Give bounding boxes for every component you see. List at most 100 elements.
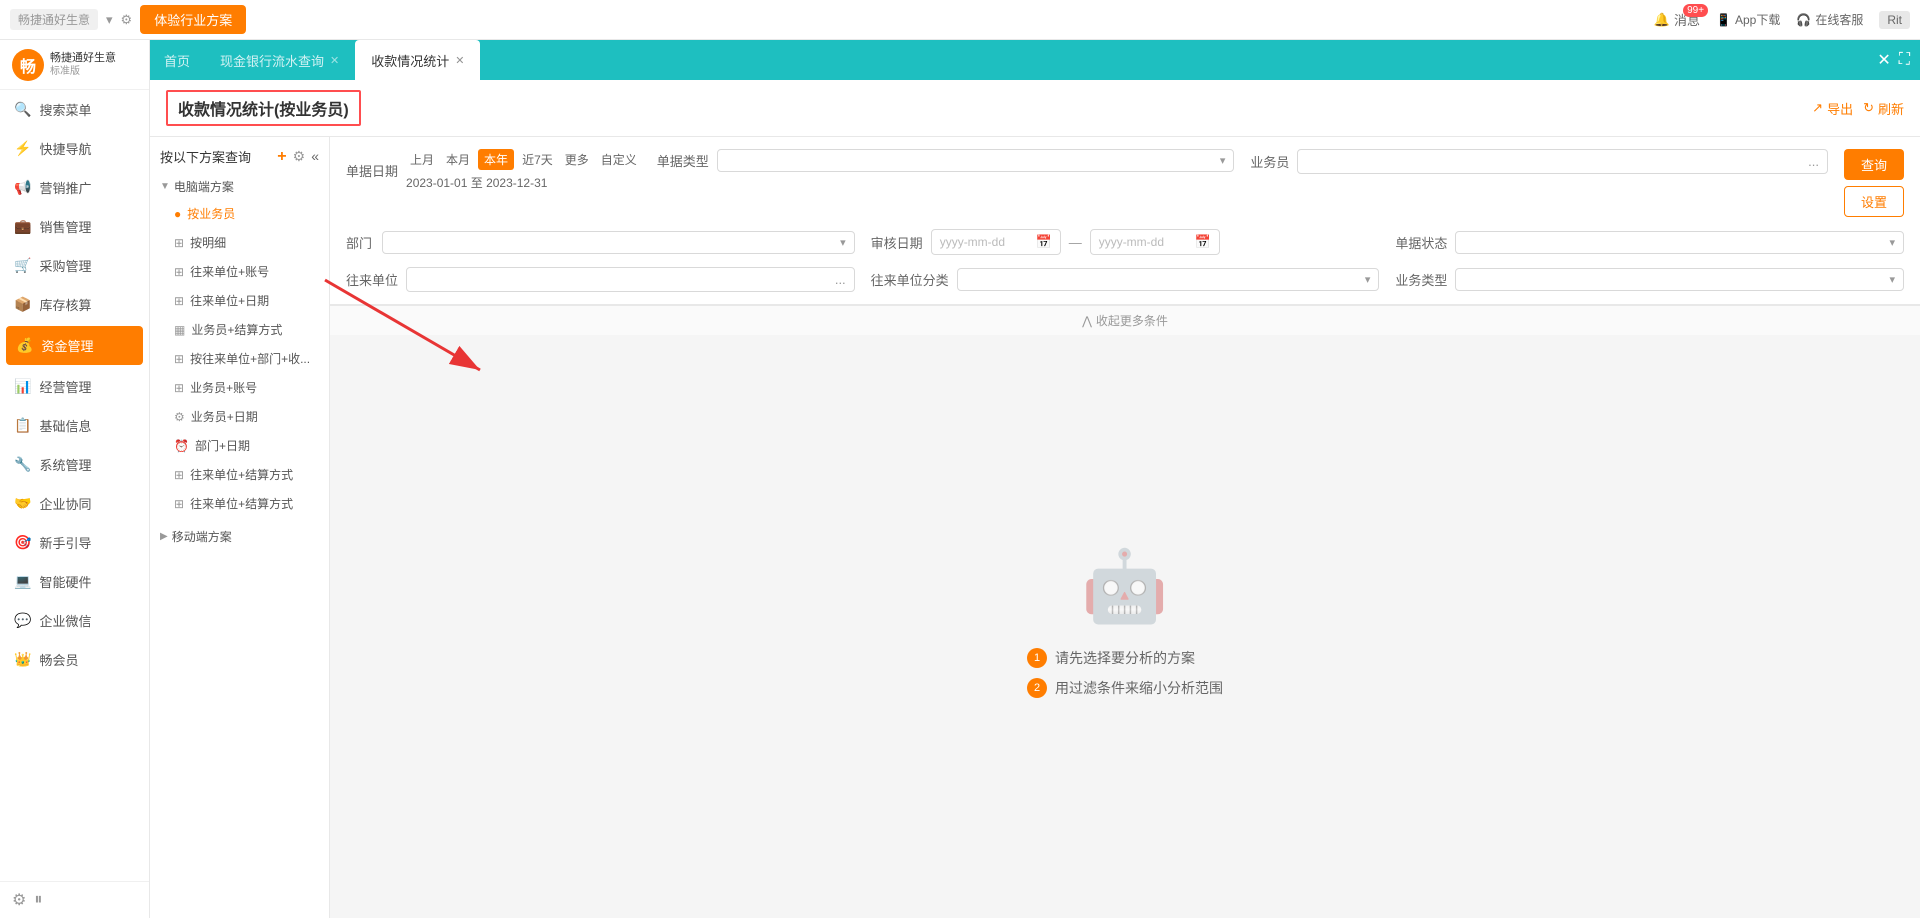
scheme-group-mobile-title[interactable]: ▶ 移动端方案	[150, 524, 329, 549]
sidebar-item-operations[interactable]: 📊 经营管理	[0, 367, 149, 406]
user-name: Rit	[1879, 11, 1910, 29]
sidebar-item-enterprise[interactable]: 🤝 企业协同	[0, 484, 149, 523]
date-tab-custom[interactable]: 自定义	[597, 149, 641, 170]
empty-state-icon: 🤖	[1081, 546, 1168, 628]
date-tab-this-year[interactable]: 本年	[478, 149, 514, 170]
date-tab-more[interactable]: 更多	[561, 149, 593, 170]
sidebar-item-label: 营销推广	[39, 178, 91, 197]
sidebar-item-quick-nav[interactable]: ⚡ 快捷导航	[0, 129, 149, 168]
sidebar-item-member[interactable]: 👑 畅会员	[0, 640, 149, 679]
salesperson-select[interactable]: ...	[1297, 149, 1828, 174]
date-tab-7days[interactable]: 近7天	[518, 149, 557, 170]
phone-icon: 📱	[1716, 13, 1731, 27]
scheme-item-icon: ⊞	[174, 265, 184, 279]
voucher-type-select[interactable]: ▾	[717, 149, 1235, 172]
date-filter-group: 单据日期 上月 本月 本年 近7天 更多 自定义	[346, 149, 641, 191]
settings-icon[interactable]: ⚙	[121, 12, 133, 28]
sidebar-item-marketing[interactable]: 📢 营销推广	[0, 168, 149, 207]
sidebar-item-purchase[interactable]: 🛒 采购管理	[0, 246, 149, 285]
sidebar-item-label: 基础信息	[39, 416, 91, 435]
user-area[interactable]: Rit	[1879, 11, 1910, 29]
scheme-item-partner-settle1[interactable]: ⊞ 往来单位+结算方式	[150, 460, 329, 489]
settings-button[interactable]: 设置	[1844, 186, 1904, 217]
tab-receipt-stats[interactable]: 收款情况统计 ✕	[355, 40, 480, 80]
tab-close-receipt-stats[interactable]: ✕	[455, 54, 464, 67]
breadcrumb-chevron-icon[interactable]: ▾	[106, 12, 113, 28]
sidebar-item-basic[interactable]: 📋 基础信息	[0, 406, 149, 445]
settings-bottom-icon[interactable]: ⚙	[12, 890, 26, 910]
export-button[interactable]: ↗ 导出	[1812, 99, 1853, 118]
top-header: 畅捷通好生意 ▾ ⚙ 体验行业方案 🔔 消息 99+ 📱 App下载 🎧 在线客…	[0, 0, 1920, 40]
query-button[interactable]: 查询	[1844, 149, 1904, 180]
sidebar-item-sales[interactable]: 💼 销售管理	[0, 207, 149, 246]
refresh-icon: ↻	[1863, 100, 1874, 116]
date-tab-this-month[interactable]: 本月	[442, 149, 474, 170]
dept-select[interactable]: ▾	[382, 231, 855, 254]
voucher-status-select[interactable]: ▾	[1455, 231, 1904, 254]
scheme-group-label: 电脑端方案	[174, 178, 234, 195]
biz-type-select[interactable]: ▾	[1455, 268, 1904, 291]
sidebar-item-guide[interactable]: 🎯 新手引导	[0, 523, 149, 562]
tab-close-bank-flow[interactable]: ✕	[330, 54, 339, 67]
scheme-item-label: 业务员+结算方式	[191, 321, 282, 338]
tab-bank-flow[interactable]: 现金银行流水查询 ✕	[204, 40, 355, 80]
partner-category-label: 往来单位分类	[871, 270, 949, 289]
scheme-group-desktop-title[interactable]: ▼ 电脑端方案	[150, 174, 329, 199]
filter-content-area: 按以下方案查询 + ⚙ « ▼ 电脑端方案	[150, 137, 1920, 918]
scheme-item-icon: ⏰	[174, 439, 189, 453]
scheme-item-label: 往来单位+账号	[190, 263, 269, 280]
partner-category-select[interactable]: ▾	[957, 268, 1380, 291]
sidebar-item-system[interactable]: 🔧 系统管理	[0, 445, 149, 484]
tab-home[interactable]: 首页	[150, 40, 204, 80]
scheme-item-icon: ▦	[174, 323, 185, 337]
voucher-type-arrow-icon: ▾	[1220, 154, 1226, 167]
calendar-icon: 📅	[1036, 234, 1052, 250]
inventory-icon: 📦	[14, 296, 31, 313]
refresh-button[interactable]: ↻ 刷新	[1863, 99, 1904, 118]
group-expand-icon: ▶	[160, 531, 168, 542]
bell-icon: 🔔	[1654, 12, 1670, 28]
scheme-item-partner-dept-collect[interactable]: ⊞ 按往来单位+部门+收...	[150, 344, 329, 373]
scheme-add-icon[interactable]: +	[277, 148, 286, 166]
scheme-settings-icon[interactable]: ⚙	[293, 148, 306, 166]
partner-more-icon[interactable]: ...	[835, 272, 846, 287]
scheme-item-detail[interactable]: ⊞ 按明细	[150, 228, 329, 257]
collapse-bar[interactable]: ⋀ 收起更多条件	[330, 305, 1920, 335]
scheme-item-salesperson-settle[interactable]: ▦ 业务员+结算方式	[150, 315, 329, 344]
scheme-item-salesperson-date[interactable]: ⚙ 业务员+日期	[150, 402, 329, 431]
step-1-number: 1	[1027, 648, 1047, 668]
partner-group: 往来单位 ...	[346, 267, 855, 292]
scheme-item-partner-account[interactable]: ⊞ 往来单位+账号	[150, 257, 329, 286]
dept-label: 部门	[346, 233, 374, 252]
date-tab-last-month[interactable]: 上月	[406, 149, 438, 170]
scheme-item-dept-date[interactable]: ⏰ 部门+日期	[150, 431, 329, 460]
salesperson-more-icon[interactable]: ...	[1808, 154, 1819, 169]
collapse-sidebar-icon[interactable]: ⏸	[34, 891, 42, 909]
collapse-label: 收起更多条件	[1096, 312, 1168, 329]
step-2-number: 2	[1027, 678, 1047, 698]
scheme-item-partner-settle2[interactable]: ⊞ 往来单位+结算方式	[150, 489, 329, 518]
export-icon: ↗	[1812, 100, 1823, 116]
sidebar-item-search[interactable]: 🔍 搜索菜单	[0, 90, 149, 129]
notification-area[interactable]: 🔔 消息 99+	[1654, 10, 1700, 29]
sales-icon: 💼	[14, 218, 31, 235]
scheme-item-salesperson[interactable]: ● 按业务员	[150, 199, 329, 228]
scheme-item-salesperson-account[interactable]: ⊞ 业务员+账号	[150, 373, 329, 402]
partner-select[interactable]: ...	[406, 267, 855, 292]
online-service-link[interactable]: 🎧 在线客服	[1796, 11, 1863, 28]
sidebar-item-hardware[interactable]: 💻 智能硬件	[0, 562, 149, 601]
maximize-icon[interactable]: ⛶	[1899, 51, 1910, 69]
close-all-tabs-icon[interactable]: ✕	[1877, 50, 1890, 70]
scheme-collapse-icon[interactable]: «	[311, 148, 319, 166]
scheme-item-partner-date[interactable]: ⊞ 往来单位+日期	[150, 286, 329, 315]
basic-icon: 📋	[14, 417, 31, 434]
sidebar-item-wechat[interactable]: 💬 企业微信	[0, 601, 149, 640]
sidebar-item-finance[interactable]: 💰 资金管理	[6, 326, 143, 365]
sidebar-bottom: ⚙ ⏸	[0, 881, 149, 918]
sidebar-item-inventory[interactable]: 📦 库存核算	[0, 285, 149, 324]
review-date-from-input[interactable]: yyyy-mm-dd 📅	[931, 229, 1061, 255]
app-download-link[interactable]: 📱 App下载	[1716, 11, 1780, 28]
review-date-to-input[interactable]: yyyy-mm-dd 📅	[1090, 229, 1220, 255]
trial-button[interactable]: 体验行业方案	[140, 5, 246, 34]
dept-group: 部门 ▾	[346, 231, 855, 254]
